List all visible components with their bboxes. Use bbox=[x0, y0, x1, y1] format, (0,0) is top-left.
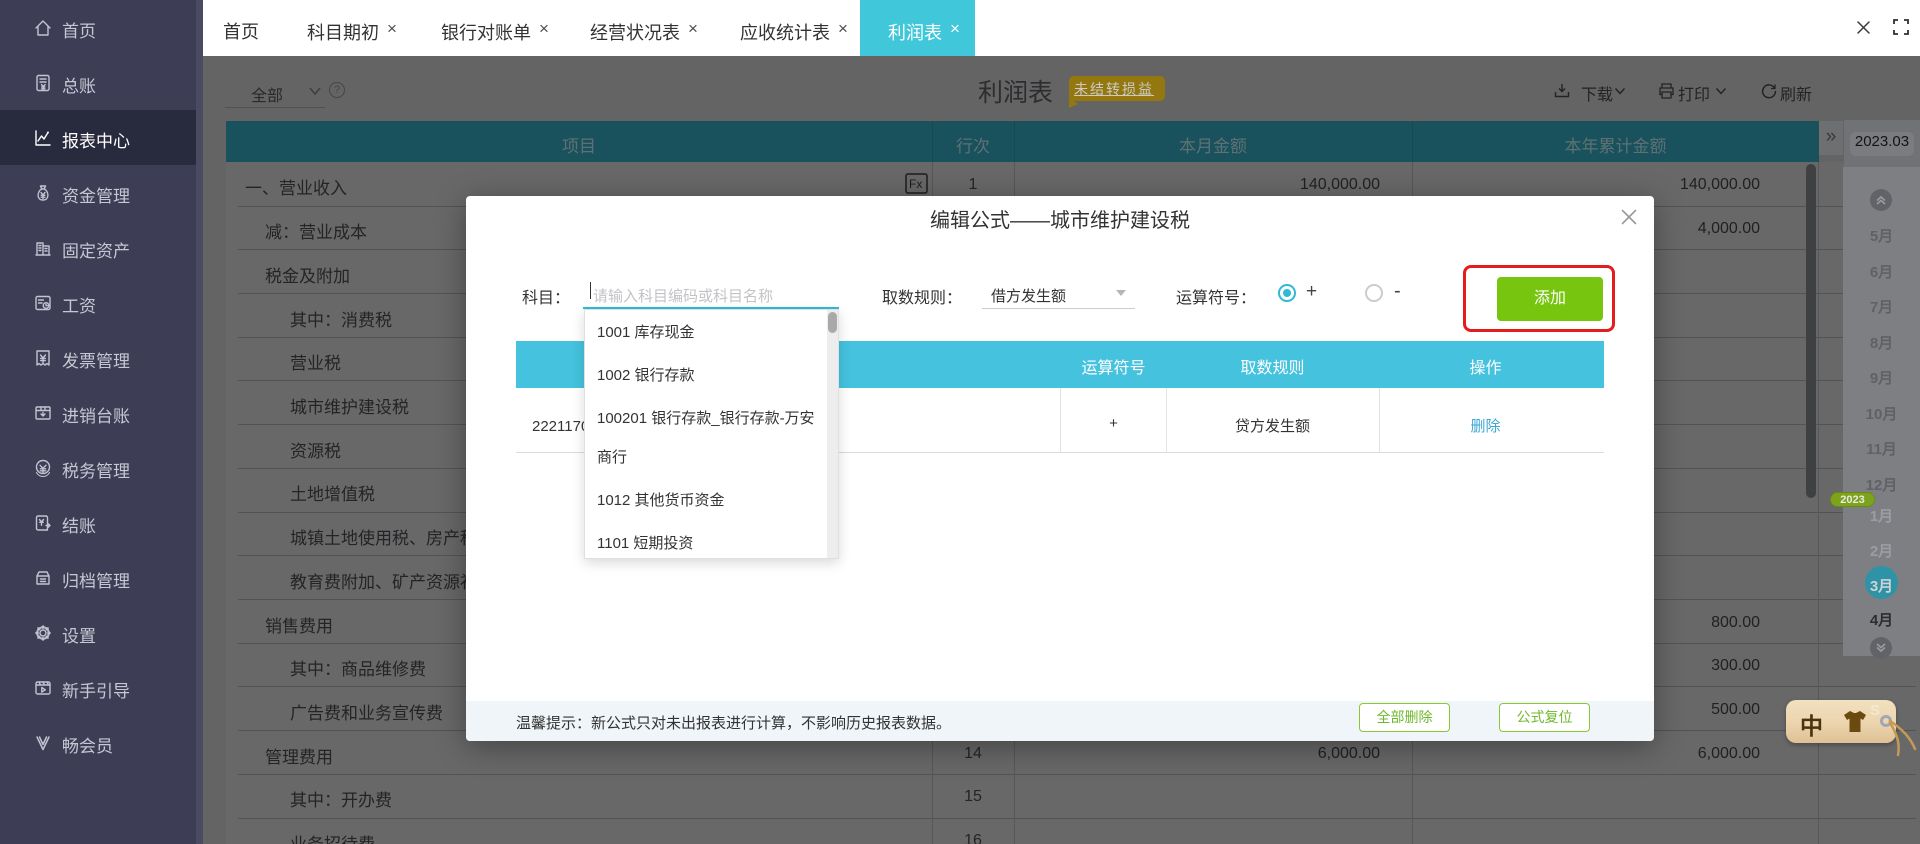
svg-text:Fx: Fx bbox=[909, 177, 922, 191]
